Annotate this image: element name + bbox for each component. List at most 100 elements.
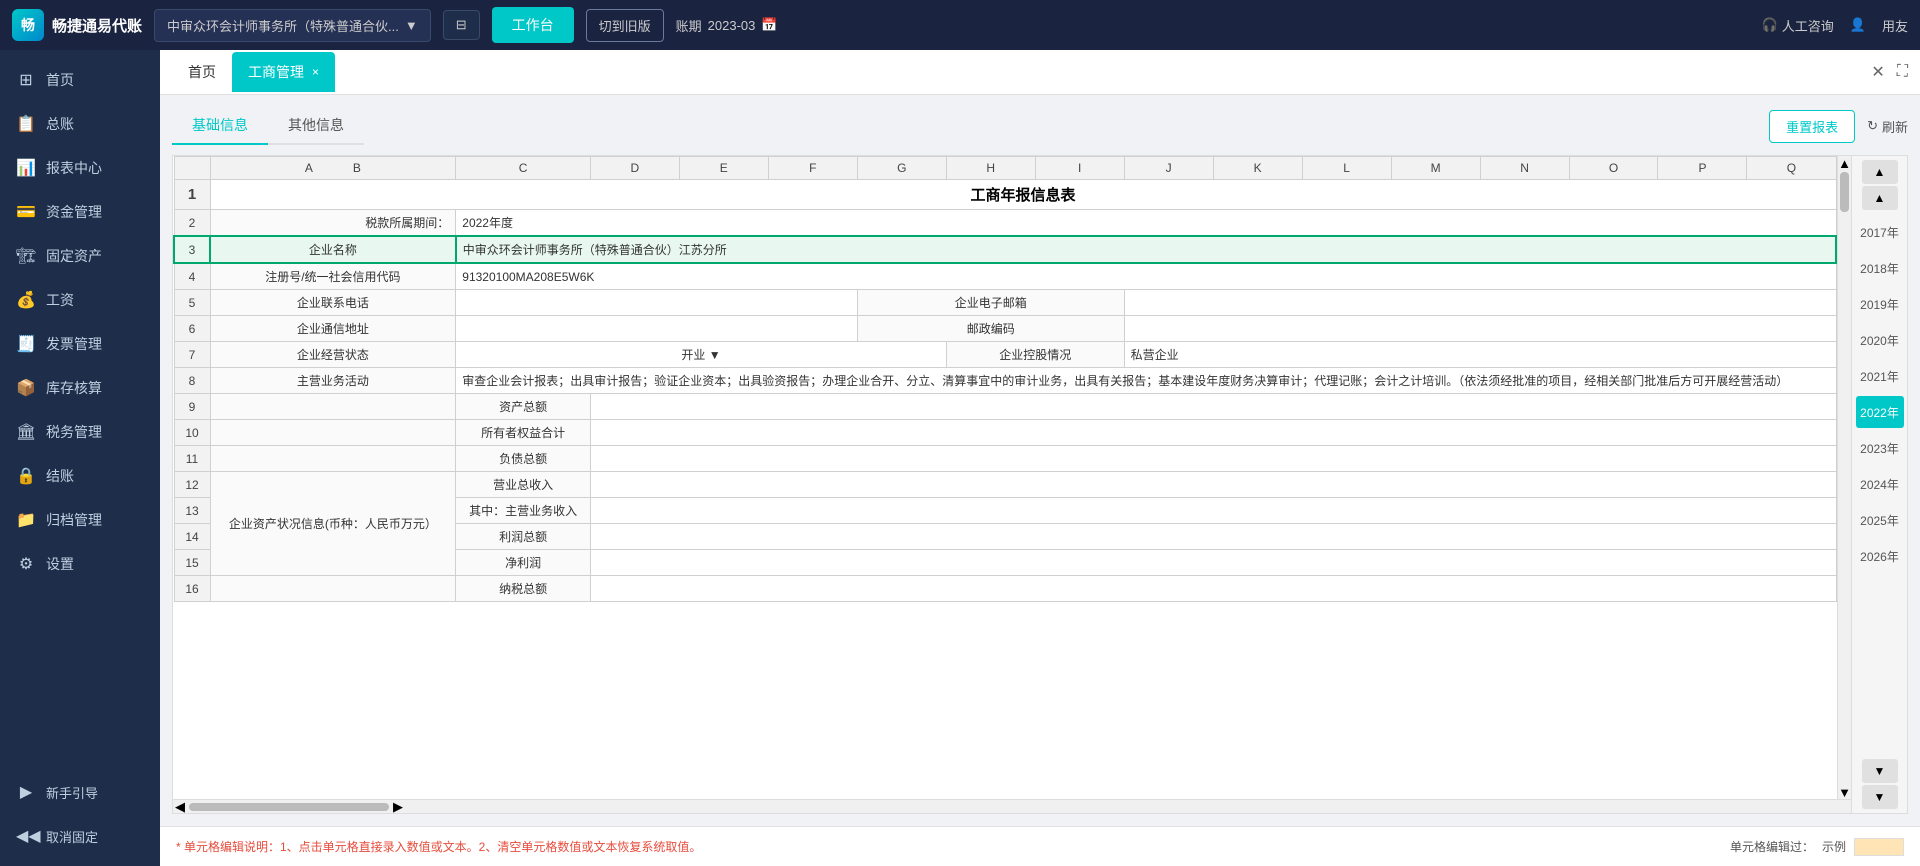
example-label: 示例 — [1822, 838, 1846, 855]
hscroll-right[interactable]: ▶ — [393, 799, 403, 814]
calendar-icon[interactable]: 📅 — [761, 17, 777, 33]
main-layout: ⊞ 首页 📋 总账 📊 报表中心 💳 资金管理 🏗 固定资产 💰 工资 🧾 发票… — [0, 50, 1920, 866]
sub-tab-basic[interactable]: 基础信息 — [172, 107, 268, 145]
table-row: 1 工商年报信息表 — [174, 180, 1836, 210]
sidebar-item-close[interactable]: 🔒 结账 — [0, 454, 160, 498]
sidebar-item-settings[interactable]: ⚙ 设置 — [0, 542, 160, 586]
year-item-2022[interactable]: 2022年 — [1856, 396, 1904, 428]
sidebar-item-unpin[interactable]: ◀◀ 取消固定 — [0, 814, 160, 858]
report-icon: 📊 — [16, 158, 36, 178]
row2-value[interactable]: 2022年度 — [456, 210, 1836, 237]
tab-close-button[interactable]: × — [312, 65, 319, 79]
sidebar-item-home[interactable]: ⊞ 首页 — [0, 58, 160, 102]
row-num-6: 6 — [174, 316, 210, 342]
year-item-2019[interactable]: 2019年 — [1856, 288, 1904, 320]
sidebar-label-ledger: 总账 — [46, 114, 74, 134]
sidebar-item-payroll[interactable]: 💰 工资 — [0, 278, 160, 322]
row11-value[interactable] — [590, 446, 1836, 472]
row9-group-label — [210, 394, 456, 420]
row3-value[interactable]: 中审众环会计师事务所（特殊普通合伙）江苏分所 — [456, 236, 1836, 263]
year-item-2020[interactable]: 2020年 — [1856, 324, 1904, 356]
row12-group-label: 企业资产状况信息(币种：人民币万元） — [210, 472, 456, 576]
scroll-down-btn[interactable]: ▼ — [1838, 785, 1851, 799]
row-num-15: 15 — [174, 550, 210, 576]
row-num-7: 7 — [174, 342, 210, 368]
year-item-2017[interactable]: 2017年 — [1856, 216, 1904, 248]
col-header-I: I — [1035, 157, 1124, 180]
table-row: 16 纳税总额 — [174, 576, 1836, 602]
row6-address[interactable] — [456, 316, 857, 342]
row10-value[interactable] — [590, 420, 1836, 446]
old-version-button[interactable]: 切到旧版 — [586, 9, 664, 42]
sidebar-item-archive[interactable]: 📁 归档管理 — [0, 498, 160, 542]
spreadsheet-table: A B C D E F G H I J — [173, 156, 1837, 602]
sidebar-label-inventory: 库存核算 — [46, 378, 102, 398]
row16-group-label — [210, 576, 456, 602]
year-up2-btn[interactable]: ▲ — [1862, 186, 1898, 210]
refresh-button[interactable]: ↻ 刷新 — [1867, 117, 1908, 136]
hscroll-left[interactable]: ◀ — [175, 799, 185, 814]
service-link[interactable]: 🎧 人工咨询 — [1762, 16, 1834, 35]
year-item-2024[interactable]: 2024年 — [1856, 468, 1904, 500]
horizontal-scrollbar[interactable]: ◀ ▶ — [173, 799, 1851, 813]
year-item-2023[interactable]: 2023年 — [1856, 432, 1904, 464]
sidebar-label-report: 报表中心 — [46, 158, 102, 178]
window-close-icon[interactable]: ✕ — [1871, 62, 1884, 82]
year-item-2026[interactable]: 2026年 — [1856, 540, 1904, 572]
sidebar-label-fund: 资金管理 — [46, 202, 102, 222]
year-up-btn[interactable]: ▲ — [1862, 160, 1898, 184]
year-down-btn[interactable]: ▼ — [1862, 759, 1898, 783]
table-row: 12 企业资产状况信息(币种：人民币万元） 营业总收入 — [174, 472, 1836, 498]
year-item-2021[interactable]: 2021年 — [1856, 360, 1904, 392]
row3-label[interactable]: 企业名称 — [210, 236, 456, 263]
edit-hint: * 单元格编辑说明：1、点击单元格直接录入数值或文本。2、清空单元格数值或文本恢… — [176, 838, 701, 855]
year-item-2025[interactable]: 2025年 — [1856, 504, 1904, 536]
row6-postal[interactable] — [1124, 316, 1836, 342]
col-header-E: E — [679, 157, 768, 180]
col-header-K: K — [1213, 157, 1302, 180]
sub-tab-other[interactable]: 其他信息 — [268, 107, 364, 145]
tab-gongshang[interactable]: 工商管理 × — [232, 52, 335, 92]
row12-value[interactable] — [590, 472, 1836, 498]
row14-value[interactable] — [590, 524, 1836, 550]
vertical-scrollbar[interactable]: ▲ ▼ — [1837, 156, 1851, 799]
scroll-up-btn[interactable]: ▲ — [1838, 156, 1851, 170]
sidebar-item-asset[interactable]: 🏗 固定资产 — [0, 234, 160, 278]
row8-activity[interactable]: 审查企业会计报表；出具审计报告；验证企业资本；出具验资报告；办理企业合开、分立、… — [456, 368, 1836, 394]
sidebar-item-ledger[interactable]: 📋 总账 — [0, 102, 160, 146]
scroll-thumb[interactable] — [1840, 172, 1849, 212]
row5-phone[interactable] — [456, 290, 857, 316]
sidebar-bottom: ▶ 新手引导 ◀◀ 取消固定 — [0, 770, 160, 858]
row16-value[interactable] — [590, 576, 1836, 602]
reset-button[interactable]: 重置报表 — [1769, 110, 1855, 143]
row13-value[interactable] — [590, 498, 1836, 524]
sample-cell — [1854, 838, 1904, 856]
sidebar-item-report[interactable]: 📊 报表中心 — [0, 146, 160, 190]
window-expand-icon[interactable]: ⛶ — [1897, 63, 1908, 81]
sidebar-item-newguide[interactable]: ▶ 新手引导 — [0, 770, 160, 814]
sidebar-label-invoice: 发票管理 — [46, 334, 102, 354]
sidebar-item-fund[interactable]: 💳 资金管理 — [0, 190, 160, 234]
row10-group-label — [210, 420, 456, 446]
row9-value[interactable] — [590, 394, 1836, 420]
spreadsheet-scroll[interactable]: A B C D E F G H I J — [173, 156, 1837, 799]
col-header-AB: A B — [210, 157, 456, 180]
sidebar-item-invoice[interactable]: 🧾 发票管理 — [0, 322, 160, 366]
row4-value[interactable]: 91320100MA208E5W6K — [456, 263, 1836, 290]
row15-value[interactable] — [590, 550, 1836, 576]
row7-holding[interactable]: 私营企业 — [1124, 342, 1836, 368]
sidebar-item-inventory[interactable]: 📦 库存核算 — [0, 366, 160, 410]
workbench-button[interactable]: 工作台 — [492, 7, 574, 43]
tab-home[interactable]: 首页 — [172, 50, 232, 94]
user-label[interactable]: 用友 — [1882, 16, 1908, 35]
row5-email[interactable] — [1124, 290, 1836, 316]
row-num-1: 1 — [174, 180, 210, 210]
copy-button[interactable]: ⊟ — [443, 10, 480, 40]
year-down2-btn[interactable]: ▼ — [1862, 785, 1898, 809]
year-item-2018[interactable]: 2018年 — [1856, 252, 1904, 284]
hscroll-thumb[interactable] — [189, 803, 389, 811]
company-selector[interactable]: 中审众环会计师事务所（特殊普通合伙... ▼ — [154, 9, 431, 42]
sidebar-item-tax[interactable]: 🏛 税务管理 — [0, 410, 160, 454]
row7-status[interactable]: 开业 ▼ — [456, 342, 946, 368]
headset-icon: 🎧 — [1762, 17, 1778, 33]
